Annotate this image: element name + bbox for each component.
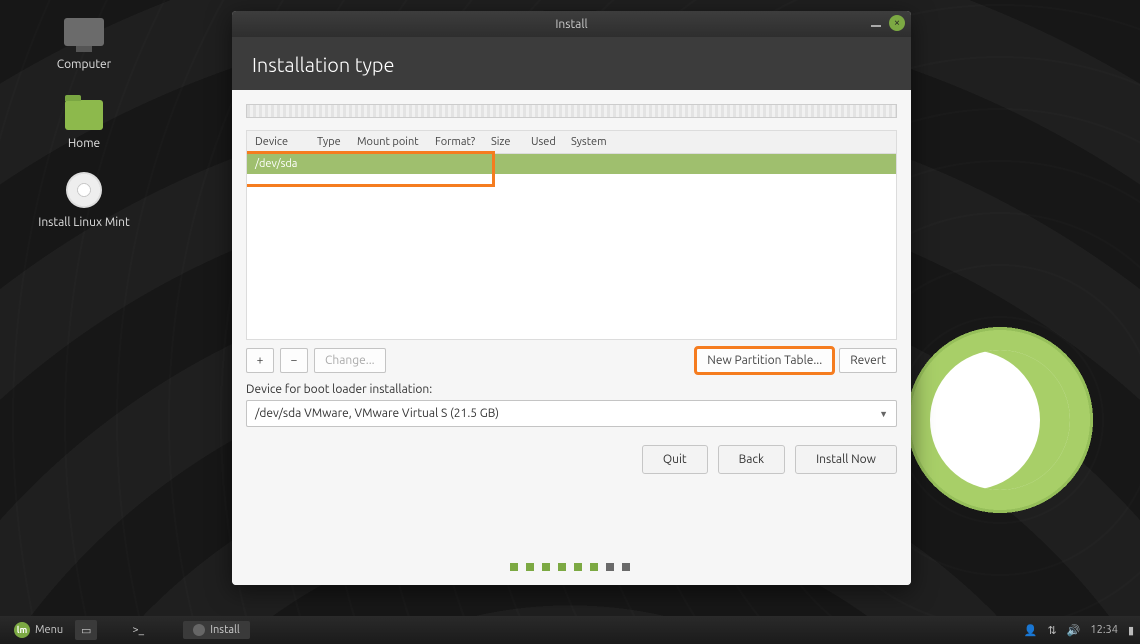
- menu-label: Menu: [35, 624, 63, 636]
- change-partition-button[interactable]: Change...: [314, 348, 386, 373]
- folder-icon: [65, 100, 103, 130]
- step-indicator: [0, 557, 1140, 575]
- revert-button[interactable]: Revert: [839, 348, 897, 373]
- desktop-icon-label: Home: [20, 137, 148, 150]
- chevron-down-icon: ▼: [879, 409, 888, 419]
- partition-usage-bar: [246, 104, 897, 118]
- desktop-icon-home[interactable]: Home: [20, 91, 148, 150]
- page-title: Installation type: [232, 37, 911, 90]
- desktop-icons: Computer Home Install Linux Mint: [20, 12, 148, 229]
- bootloader-value: /dev/sda VMware, VMware Virtual S (21.5 …: [255, 407, 499, 420]
- computer-icon: [64, 18, 104, 46]
- files-launcher[interactable]: [153, 620, 175, 640]
- partition-toolbar: + − Change... New Partition Table... Rev…: [246, 348, 897, 373]
- volume-icon[interactable]: 🔊: [1067, 624, 1081, 637]
- new-partition-table-button[interactable]: New Partition Table...: [696, 348, 833, 373]
- show-desktop-button[interactable]: ▭: [75, 620, 97, 640]
- col-mount-point[interactable]: Mount point: [349, 131, 427, 153]
- desktop-icon-install[interactable]: Install Linux Mint: [20, 170, 148, 229]
- installer-window: Install × Installation type Device Type …: [232, 11, 911, 585]
- mint-logo-icon: lm: [14, 622, 30, 638]
- col-format[interactable]: Format?: [427, 131, 483, 153]
- desktop-icon-computer[interactable]: Computer: [20, 12, 148, 71]
- bootloader-select[interactable]: /dev/sda VMware, VMware Virtual S (21.5 …: [246, 400, 897, 427]
- taskbar-item-label: Install: [210, 624, 240, 636]
- desktop-icon-label: Computer: [20, 58, 148, 71]
- remove-partition-button[interactable]: −: [280, 348, 308, 373]
- system-tray: 👤 ⇅ 🔊 12:34 ▮: [1024, 624, 1134, 637]
- minimize-button[interactable]: [871, 25, 881, 27]
- bootloader-label: Device for boot loader installation:: [246, 383, 897, 396]
- firefox-launcher[interactable]: [101, 620, 123, 640]
- tray-expand-icon[interactable]: ▮: [1128, 624, 1134, 637]
- network-icon[interactable]: ⇅: [1047, 624, 1056, 637]
- col-system[interactable]: System: [563, 131, 896, 153]
- highlight-annotation: [246, 151, 495, 187]
- install-now-button[interactable]: Install Now: [795, 445, 897, 474]
- col-size[interactable]: Size: [483, 131, 523, 153]
- disc-icon: [66, 172, 102, 208]
- clock[interactable]: 12:34: [1090, 624, 1118, 636]
- user-icon[interactable]: 👤: [1024, 624, 1038, 637]
- nav-buttons: Quit Back Install Now: [246, 445, 897, 474]
- app-icon: [193, 624, 205, 636]
- col-type[interactable]: Type: [309, 131, 349, 153]
- window-title: Install: [555, 18, 587, 31]
- back-button[interactable]: Back: [718, 445, 785, 474]
- terminal-launcher[interactable]: >_: [127, 620, 149, 640]
- col-device[interactable]: Device: [247, 131, 309, 153]
- quit-button[interactable]: Quit: [642, 445, 708, 474]
- desktop-icon-label: Install Linux Mint: [20, 216, 148, 229]
- add-partition-button[interactable]: +: [246, 348, 274, 373]
- menu-button[interactable]: lm Menu: [6, 619, 71, 641]
- taskbar: lm Menu ▭ >_ Install 👤 ⇅ 🔊 12:34 ▮: [0, 616, 1140, 644]
- taskbar-item-install[interactable]: Install: [183, 621, 250, 639]
- partition-table: Device Type Mount point Format? Size Use…: [246, 130, 897, 340]
- titlebar[interactable]: Install ×: [232, 11, 911, 37]
- terminal-icon: >_: [132, 624, 144, 636]
- close-button[interactable]: ×: [889, 15, 905, 31]
- col-used[interactable]: Used: [523, 131, 563, 153]
